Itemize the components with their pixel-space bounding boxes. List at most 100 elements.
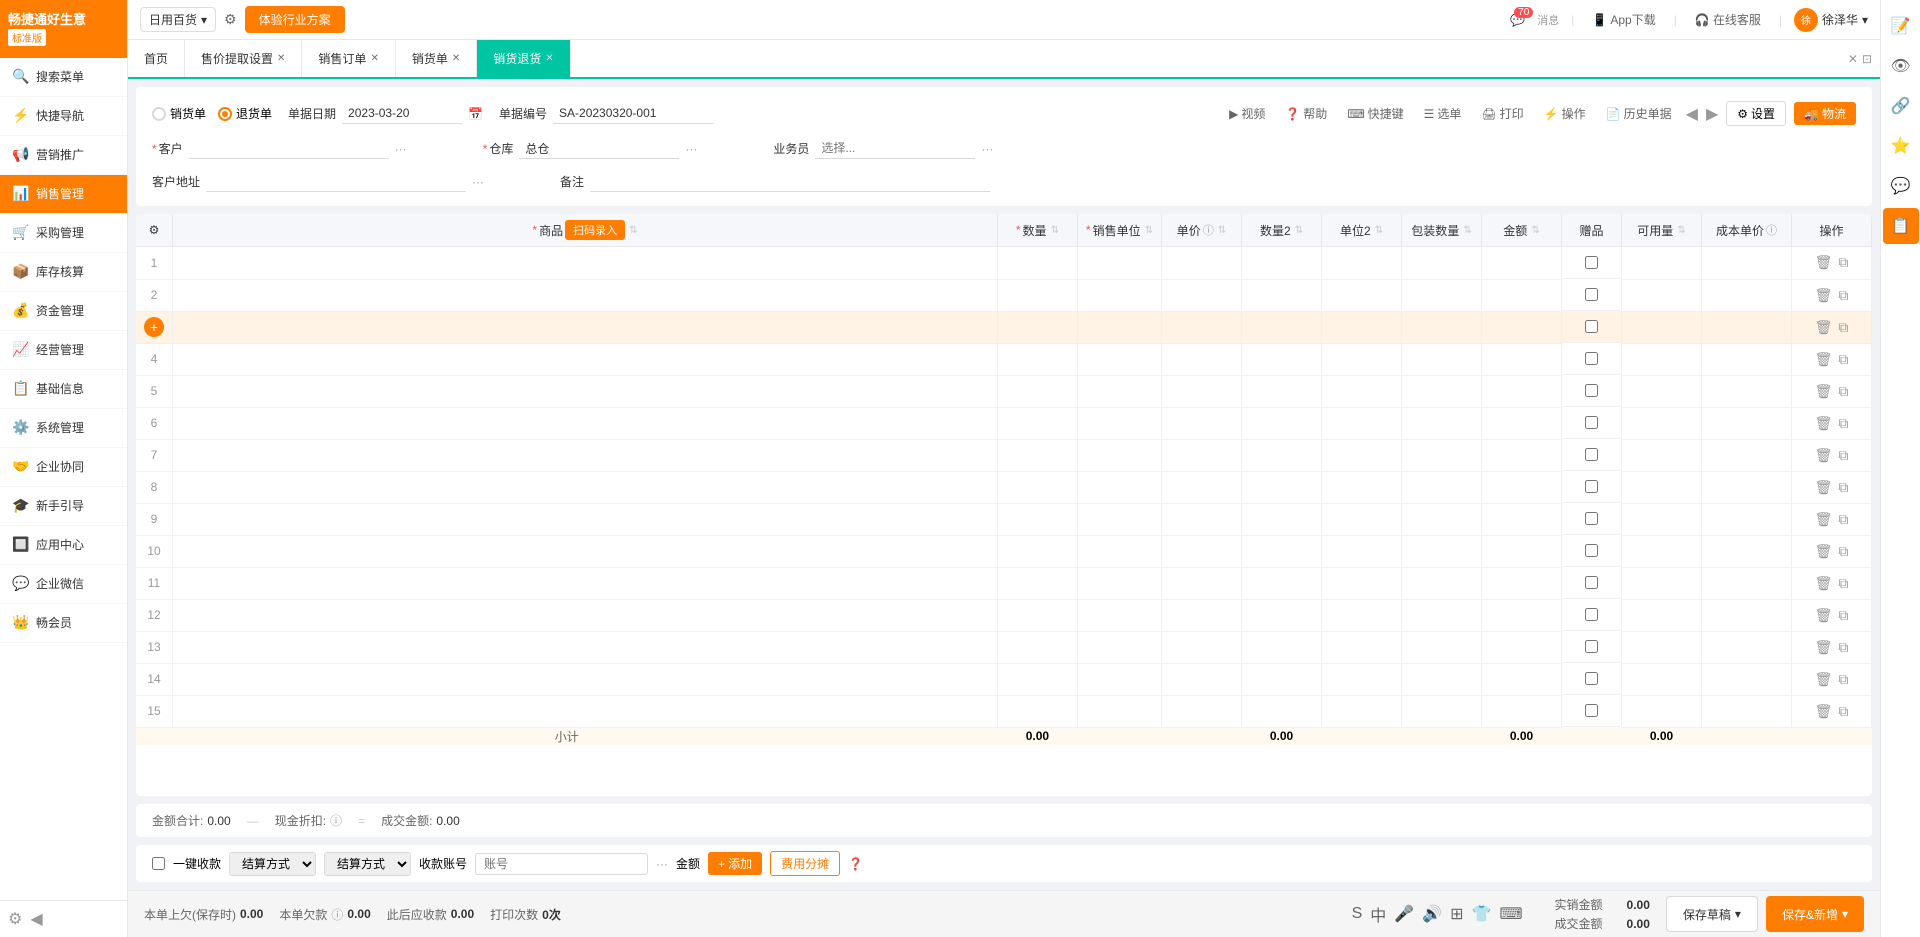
delete-row-icon[interactable]: 🗑 xyxy=(1815,543,1833,560)
gift-checkbox[interactable] xyxy=(1585,416,1598,429)
qty2-cell[interactable] xyxy=(1242,279,1322,311)
delete-row-icon[interactable]: 🗑 xyxy=(1815,511,1833,528)
copy-row-icon[interactable]: ⧉ xyxy=(1838,254,1848,271)
tab-close-icon-active[interactable]: ✕ xyxy=(545,53,553,64)
rp-link-item[interactable]: 🔗 xyxy=(1883,88,1919,124)
delete-row-icon[interactable]: 🗑 xyxy=(1815,351,1833,368)
help-btn[interactable]: ❓ 帮助 xyxy=(1279,102,1333,125)
gift-checkbox[interactable] xyxy=(1585,352,1598,365)
toolbar-icon-4[interactable]: 🔊 xyxy=(1422,904,1442,924)
sidebar-item-vip[interactable]: 👑 畅会员 xyxy=(0,604,127,643)
gift-checkbox[interactable] xyxy=(1585,480,1598,493)
settings-btn[interactable]: ⚙ 设置 xyxy=(1726,101,1786,126)
add-row-button[interactable]: + xyxy=(144,317,164,337)
sidebar-item-sales[interactable]: 📊 销售管理 xyxy=(0,175,127,214)
sidebar-collapse-icon[interactable]: ◀ xyxy=(30,909,42,929)
warehouse-input[interactable] xyxy=(519,138,679,159)
address-input[interactable] xyxy=(206,171,466,192)
toolbar-icon-5[interactable]: ⊞ xyxy=(1450,904,1463,924)
gift-checkbox[interactable] xyxy=(1585,608,1598,621)
copy-row-icon[interactable]: ⧉ xyxy=(1838,607,1848,624)
copy-row-icon[interactable]: ⧉ xyxy=(1838,511,1848,528)
sidebar-item-search[interactable]: 🔍 搜索菜单 xyxy=(0,58,127,97)
salesperson-input[interactable] xyxy=(815,138,975,159)
radio-sales-bill[interactable]: 销货单 xyxy=(152,105,206,122)
fee-split-btn[interactable]: 费用分摊 xyxy=(770,851,840,876)
copy-row-icon[interactable]: ⧉ xyxy=(1838,351,1848,368)
unit2-cell[interactable] xyxy=(1322,311,1402,343)
unit2-cell[interactable] xyxy=(1322,247,1402,280)
video-btn[interactable]: ▶ 视频 xyxy=(1223,102,1271,125)
sidebar-item-corpwx[interactable]: 💬 企业微信 xyxy=(0,565,127,604)
gift-checkbox[interactable] xyxy=(1585,672,1598,685)
user-menu[interactable]: 徐 徐泽华 ▾ xyxy=(1794,8,1868,32)
copy-row-icon[interactable]: ⧉ xyxy=(1838,415,1848,432)
sidebar-item-finance[interactable]: 💰 资金管理 xyxy=(0,292,127,331)
toolbar-icon-3[interactable]: 🎤 xyxy=(1394,904,1414,924)
history-prev-icon[interactable]: ◀ xyxy=(1686,104,1698,124)
calc-select[interactable]: 结算方式 xyxy=(324,852,411,876)
product-cell-active[interactable] xyxy=(173,311,998,343)
logistics-btn[interactable]: 🚚 物流 xyxy=(1794,102,1856,125)
tab-close-icon[interactable]: ✕ xyxy=(452,53,460,64)
add-payment-btn[interactable]: + 添加 xyxy=(708,852,762,875)
message-btn[interactable]: 💬 70 xyxy=(1510,13,1525,27)
customer-input[interactable] xyxy=(189,138,389,159)
toolbar-icon-1[interactable]: S xyxy=(1352,905,1363,923)
gift-checkbox[interactable] xyxy=(1585,256,1598,269)
close-tab-icon[interactable]: ✕ xyxy=(1848,52,1858,66)
price-cell[interactable] xyxy=(1162,247,1242,280)
copy-row-icon[interactable]: ⧉ xyxy=(1838,319,1848,336)
sidebar-item-basic[interactable]: 📋 基础信息 xyxy=(0,370,127,409)
delete-row-icon[interactable]: 🗑 xyxy=(1815,383,1833,400)
gift-checkbox[interactable] xyxy=(1585,544,1598,557)
sidebar-item-purchase[interactable]: 🛒 采购管理 xyxy=(0,214,127,253)
sort-qty-icon[interactable]: ⇅ xyxy=(1051,225,1059,236)
copy-row-icon[interactable]: ⧉ xyxy=(1838,639,1848,656)
amount-cell[interactable] xyxy=(1482,247,1562,280)
qty-cell[interactable] xyxy=(997,279,1077,311)
restore-icon[interactable]: ⊡ xyxy=(1862,52,1872,66)
operation-btn[interactable]: ⚡ 操作 xyxy=(1538,102,1592,125)
discount-info-icon[interactable]: ⓘ xyxy=(330,812,342,829)
copy-row-icon[interactable]: ⧉ xyxy=(1838,287,1848,304)
account-input[interactable] xyxy=(475,853,648,875)
copy-row-icon[interactable]: ⧉ xyxy=(1838,447,1848,464)
tab-close-icon[interactable]: ✕ xyxy=(277,53,285,64)
history-next-icon[interactable]: ▶ xyxy=(1706,104,1718,124)
gift-checkbox[interactable] xyxy=(1585,288,1598,301)
topbar-gear-icon[interactable]: ⚙ xyxy=(224,11,237,28)
sidebar-item-corp[interactable]: 🤝 企业协同 xyxy=(0,448,127,487)
tab-sales-return[interactable]: 销货退货 ✕ xyxy=(477,40,570,77)
copy-row-icon[interactable]: ⧉ xyxy=(1838,479,1848,496)
copy-row-icon[interactable]: ⧉ xyxy=(1838,703,1848,720)
gift-cell[interactable] xyxy=(1562,311,1622,343)
amount-cell[interactable] xyxy=(1482,279,1562,311)
gift-checkbox[interactable] xyxy=(1585,384,1598,397)
sort-price-icon[interactable]: ⇅ xyxy=(1218,225,1226,236)
gift-checkbox[interactable] xyxy=(1585,448,1598,461)
online-service-btn[interactable]: 🎧 在线客服 xyxy=(1689,8,1767,31)
pack-qty-cell[interactable] xyxy=(1402,247,1482,280)
radio-return-bill[interactable]: 退货单 xyxy=(218,105,272,122)
period-info-icon[interactable]: ⓘ xyxy=(331,906,343,923)
available-cell[interactable] xyxy=(1622,247,1702,280)
sort-qty2-icon[interactable]: ⇅ xyxy=(1295,225,1303,236)
sidebar-item-marketing[interactable]: 📢 营销推广 xyxy=(0,136,127,175)
remark-input[interactable] xyxy=(590,171,990,192)
copy-row-icon[interactable]: ⧉ xyxy=(1838,383,1848,400)
cost-info-icon[interactable]: ⓘ xyxy=(1766,222,1777,238)
qty2-cell[interactable] xyxy=(1242,311,1322,343)
gift-cell[interactable] xyxy=(1562,279,1622,311)
delete-row-icon[interactable]: 🗑 xyxy=(1815,479,1833,496)
sort-unit2-icon[interactable]: ⇅ xyxy=(1375,225,1383,236)
tab-sales-order[interactable]: 销售订单 ✕ xyxy=(302,40,395,77)
sidebar-item-operation[interactable]: 📈 经营管理 xyxy=(0,331,127,370)
sort-avail-icon[interactable]: ⇅ xyxy=(1677,225,1685,236)
calendar-icon[interactable]: 📅 xyxy=(468,107,483,121)
save-new-button[interactable]: 保存&新增 ▾ xyxy=(1766,896,1864,932)
copy-row-icon[interactable]: ⧉ xyxy=(1838,671,1848,688)
sidebar-item-system[interactable]: ⚙️ 系统管理 xyxy=(0,409,127,448)
warehouse-select-icon[interactable]: ··· xyxy=(685,142,697,156)
sidebar-item-inventory[interactable]: 📦 库存核算 xyxy=(0,253,127,292)
